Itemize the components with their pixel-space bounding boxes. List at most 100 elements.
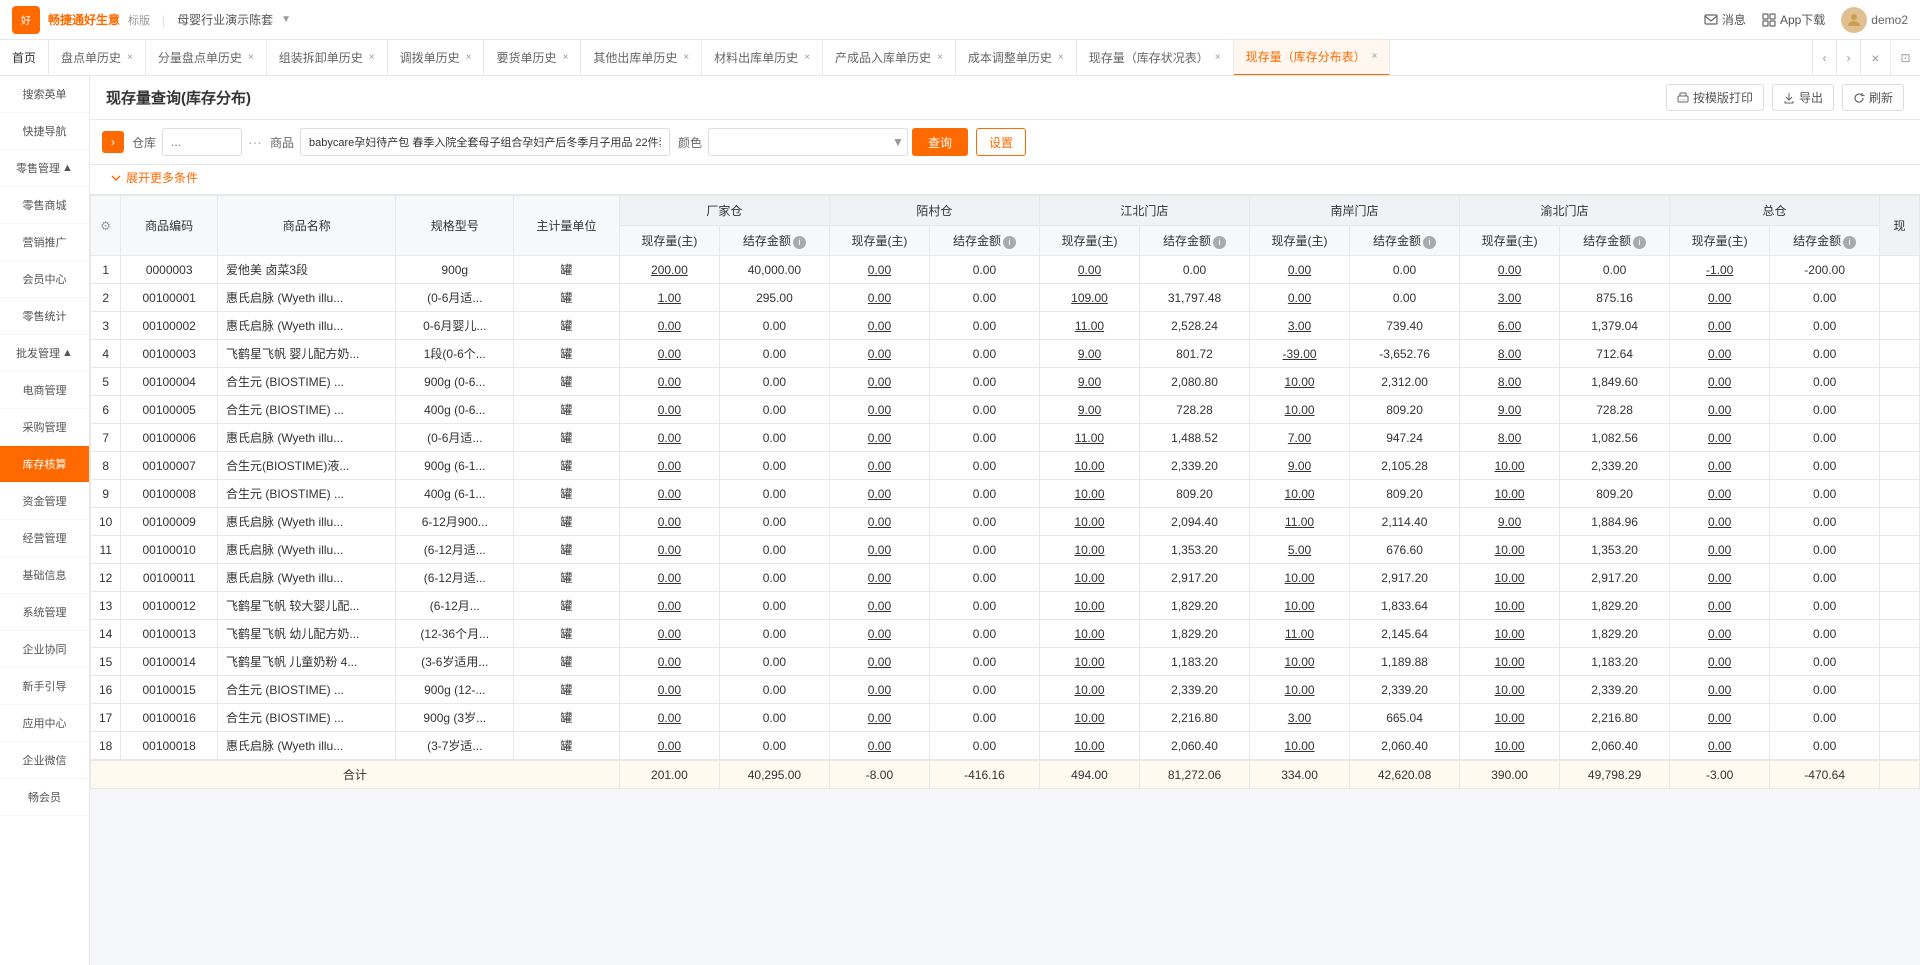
row-yubei-qty[interactable]: 10.00 (1459, 676, 1559, 704)
row-nanan-qty[interactable]: 10.00 (1249, 676, 1349, 704)
row-total-qty[interactable]: 0.00 (1670, 536, 1770, 564)
tab-组装拆卸[interactable]: 组装拆卸单历史 × (267, 40, 388, 76)
row-mucun-qty[interactable]: 0.00 (829, 592, 929, 620)
sidebar-item-member2[interactable]: 畅会员 (0, 779, 89, 816)
row-total-qty[interactable]: 0.00 (1670, 592, 1770, 620)
mucun-info-icon[interactable]: i (1003, 236, 1016, 249)
row-mucun-qty[interactable]: 0.00 (829, 620, 929, 648)
jiangbei-info-icon[interactable]: i (1213, 236, 1226, 249)
tab-close-6[interactable]: × (683, 52, 689, 63)
tab-产成品入库[interactable]: 产成品入库单历史 × (823, 40, 956, 76)
sidebar-item-finance[interactable]: 资金管理 (0, 483, 89, 520)
row-factory-qty[interactable]: 0.00 (619, 312, 719, 340)
nav-next-btn[interactable]: › (1836, 40, 1860, 76)
row-nanan-qty[interactable]: 0.00 (1249, 284, 1349, 312)
tab-inventory-history[interactable]: 盘点单历史 × (49, 40, 146, 76)
row-jiangbei-qty[interactable]: 10.00 (1039, 508, 1139, 536)
row-total-qty[interactable]: 0.00 (1670, 368, 1770, 396)
row-jiangbei-qty[interactable]: 9.00 (1039, 396, 1139, 424)
row-nanan-qty[interactable]: 5.00 (1249, 536, 1349, 564)
row-yubei-qty[interactable]: 10.00 (1459, 704, 1559, 732)
app-download-btn[interactable]: App下载 (1762, 11, 1825, 28)
row-factory-qty[interactable]: 0.00 (619, 508, 719, 536)
row-yubei-qty[interactable]: 9.00 (1459, 508, 1559, 536)
sidebar-item-member[interactable]: 会员中心 (0, 261, 89, 298)
row-total-qty[interactable]: 0.00 (1670, 340, 1770, 368)
filter-toggle-btn[interactable]: › (102, 131, 124, 153)
tab-close-5[interactable]: × (562, 52, 568, 63)
row-yubei-qty[interactable]: 10.00 (1459, 648, 1559, 676)
tab-现存量状况[interactable]: 现存量（库存状况表） × (1077, 40, 1234, 76)
row-total-qty[interactable]: 0.00 (1670, 396, 1770, 424)
row-jiangbei-qty[interactable]: 10.00 (1039, 480, 1139, 508)
row-factory-qty[interactable]: 1.00 (619, 284, 719, 312)
tab-分量盘点[interactable]: 分量盘点单历史 × (146, 40, 267, 76)
row-factory-qty[interactable]: 0.00 (619, 452, 719, 480)
row-factory-qty[interactable]: 0.00 (619, 704, 719, 732)
row-jiangbei-qty[interactable]: 0.00 (1039, 256, 1139, 284)
row-jiangbei-qty[interactable]: 10.00 (1039, 592, 1139, 620)
user-avatar-area[interactable]: demo2 (1841, 7, 1908, 33)
row-yubei-qty[interactable]: 10.00 (1459, 564, 1559, 592)
tab-close-3[interactable]: × (369, 52, 375, 63)
row-jiangbei-qty[interactable]: 9.00 (1039, 368, 1139, 396)
nav-prev-btn[interactable]: ‹ (1812, 40, 1836, 76)
row-yubei-qty[interactable]: 6.00 (1459, 312, 1559, 340)
row-jiangbei-qty[interactable]: 109.00 (1039, 284, 1139, 312)
row-total-qty[interactable]: 0.00 (1670, 676, 1770, 704)
row-jiangbei-qty[interactable]: 11.00 (1039, 424, 1139, 452)
row-yubei-qty[interactable]: 10.00 (1459, 536, 1559, 564)
print-btn[interactable]: 按模版打印 (1666, 84, 1764, 111)
row-factory-qty[interactable]: 0.00 (619, 480, 719, 508)
row-mucun-qty[interactable]: 0.00 (829, 536, 929, 564)
row-mucun-qty[interactable]: 0.00 (829, 648, 929, 676)
settings-icon[interactable]: ⚙ (100, 219, 111, 233)
tab-close-10[interactable]: × (1215, 52, 1221, 63)
row-nanan-qty[interactable]: 10.00 (1249, 592, 1349, 620)
tab-成本调整[interactable]: 成本调整单历史 × (956, 40, 1077, 76)
row-nanan-qty[interactable]: -39.00 (1249, 340, 1349, 368)
sidebar-item-basic-info[interactable]: 基础信息 (0, 557, 89, 594)
tab-材料出库[interactable]: 材料出库单历史 × (702, 40, 823, 76)
row-yubei-qty[interactable]: 0.00 (1459, 256, 1559, 284)
sidebar-item-retail-mgmt[interactable]: 零售管理 ▲ (0, 150, 89, 187)
row-mucun-qty[interactable]: 0.00 (829, 564, 929, 592)
row-jiangbei-qty[interactable]: 10.00 (1039, 536, 1139, 564)
tab-close-2[interactable]: × (248, 52, 254, 63)
industry-arrow[interactable]: ▼ (281, 14, 291, 25)
row-mucun-qty[interactable]: 0.00 (829, 704, 929, 732)
row-nanan-qty[interactable]: 9.00 (1249, 452, 1349, 480)
tab-close-4[interactable]: × (466, 52, 472, 63)
nav-expand-btn[interactable]: ⊡ (1890, 40, 1920, 76)
tab-close-11[interactable]: × (1372, 51, 1378, 62)
row-nanan-qty[interactable]: 0.00 (1249, 256, 1349, 284)
sidebar-item-operations[interactable]: 经营管理 (0, 520, 89, 557)
row-jiangbei-qty[interactable]: 10.00 (1039, 676, 1139, 704)
row-total-qty[interactable]: 0.00 (1670, 284, 1770, 312)
row-mucun-qty[interactable]: 0.00 (829, 396, 929, 424)
sidebar-item-retail-mall[interactable]: 零售商城 (0, 187, 89, 224)
sidebar-item-nav[interactable]: 快捷导航 (0, 113, 89, 150)
row-mucun-qty[interactable]: 0.00 (829, 732, 929, 761)
msg-btn[interactable]: 消息 (1704, 11, 1746, 28)
row-yubei-qty[interactable]: 3.00 (1459, 284, 1559, 312)
factory-info-icon[interactable]: i (793, 236, 806, 249)
row-yubei-qty[interactable]: 9.00 (1459, 396, 1559, 424)
row-total-qty[interactable]: 0.00 (1670, 620, 1770, 648)
row-jiangbei-qty[interactable]: 10.00 (1039, 564, 1139, 592)
row-nanan-qty[interactable]: 7.00 (1249, 424, 1349, 452)
row-factory-qty[interactable]: 200.00 (619, 256, 719, 284)
row-jiangbei-qty[interactable]: 11.00 (1039, 312, 1139, 340)
row-yubei-qty[interactable]: 10.00 (1459, 732, 1559, 761)
sidebar-item-ecom[interactable]: 电商管理 (0, 372, 89, 409)
tab-close-1[interactable]: × (127, 52, 133, 63)
row-mucun-qty[interactable]: 0.00 (829, 368, 929, 396)
row-nanan-qty[interactable]: 11.00 (1249, 620, 1349, 648)
row-nanan-qty[interactable]: 11.00 (1249, 508, 1349, 536)
row-total-qty[interactable]: 0.00 (1670, 508, 1770, 536)
row-yubei-qty[interactable]: 8.00 (1459, 424, 1559, 452)
search-button[interactable]: 查询 (912, 128, 968, 156)
row-nanan-qty[interactable]: 3.00 (1249, 312, 1349, 340)
sidebar-item-inventory[interactable]: 库存核算 (0, 446, 89, 483)
row-mucun-qty[interactable]: 0.00 (829, 256, 929, 284)
